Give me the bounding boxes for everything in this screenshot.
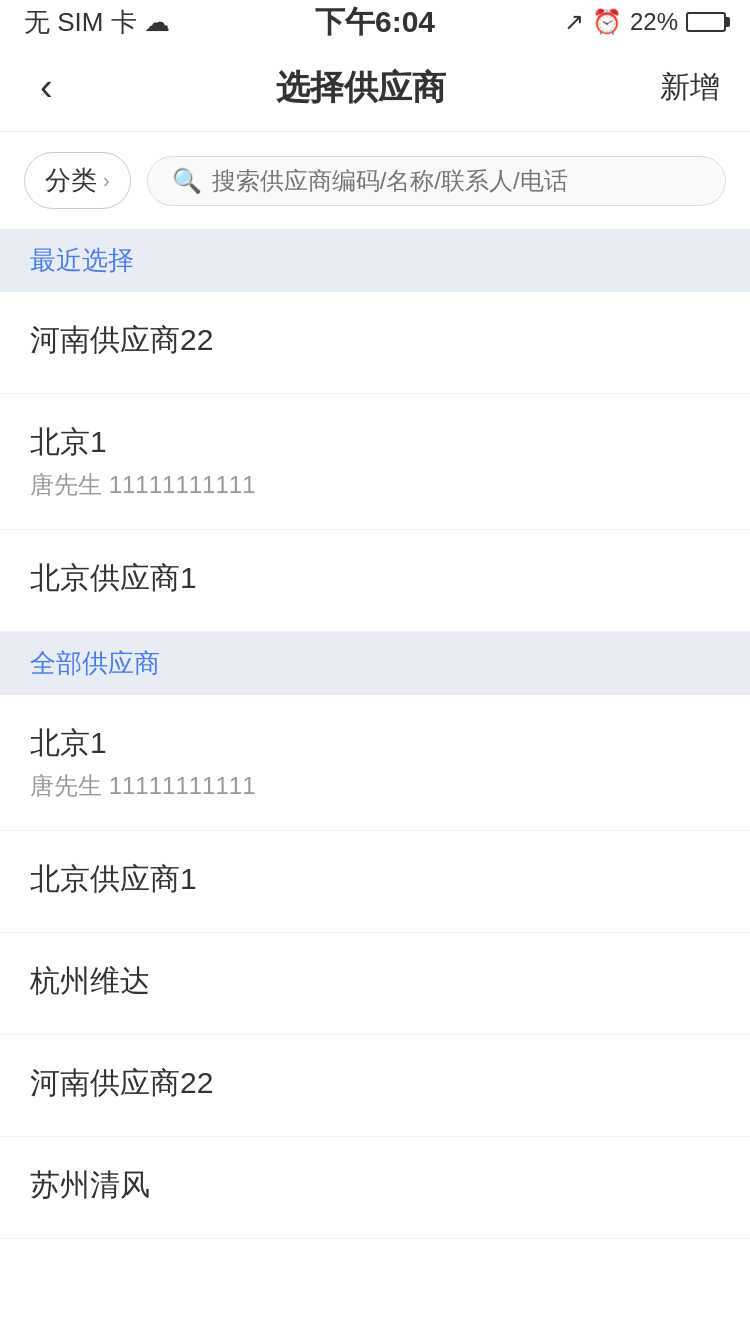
all-items-list: 北京1 唐先生 11111111111 北京供应商1 杭州维达河南供应商22 苏州清风 bbox=[0, 695, 750, 1239]
item-name: 北京1 bbox=[30, 422, 720, 463]
list-item[interactable]: 北京1 唐先生 11111111111 bbox=[0, 695, 750, 831]
category-button[interactable]: 分类 › bbox=[24, 152, 131, 209]
status-time: 下午6:04 bbox=[315, 2, 435, 43]
item-name: 北京供应商1 bbox=[30, 859, 720, 900]
item-name: 杭州维达 bbox=[30, 961, 720, 1002]
alarm-icon: ⏰ bbox=[592, 8, 622, 36]
category-label: 分类 bbox=[45, 163, 97, 198]
list-item[interactable]: 苏州清风 bbox=[0, 1137, 750, 1239]
location-icon: ↗ bbox=[564, 8, 584, 36]
add-button[interactable]: 新增 bbox=[660, 67, 720, 108]
back-button[interactable]: ‹ bbox=[30, 56, 63, 119]
battery-bar bbox=[686, 12, 726, 32]
search-input[interactable] bbox=[212, 167, 701, 195]
list-item[interactable]: 北京1 唐先生 11111111111 bbox=[0, 394, 750, 530]
search-wrapper[interactable]: 🔍 bbox=[147, 156, 726, 206]
battery-label: 22% bbox=[630, 8, 678, 36]
all-section-header: 全部供应商 bbox=[0, 632, 750, 695]
chevron-right-icon: › bbox=[103, 169, 110, 192]
list-item[interactable]: 河南供应商22 bbox=[0, 1035, 750, 1137]
list-item[interactable]: 北京供应商1 bbox=[0, 530, 750, 632]
item-name: 河南供应商22 bbox=[30, 320, 720, 361]
list-item[interactable]: 杭州维达 bbox=[0, 933, 750, 1035]
recent-items-list: 河南供应商22 北京1 唐先生 11111111111 北京供应商1 bbox=[0, 292, 750, 632]
item-sub: 唐先生 11111111111 bbox=[30, 469, 720, 501]
item-sub: 唐先生 11111111111 bbox=[30, 770, 720, 802]
list-item[interactable]: 河南供应商22 bbox=[0, 292, 750, 394]
search-bar: 分类 › 🔍 bbox=[0, 132, 750, 229]
nav-bar: ‹ 选择供应商 新增 bbox=[0, 44, 750, 132]
page-title: 选择供应商 bbox=[276, 65, 446, 111]
status-right: ↗ ⏰ 22% bbox=[564, 8, 726, 36]
item-name: 河南供应商22 bbox=[30, 1063, 720, 1104]
sim-label: 无 SIM 卡 ☁ bbox=[24, 5, 170, 40]
item-name: 北京供应商1 bbox=[30, 558, 720, 599]
status-bar: 无 SIM 卡 ☁ 下午6:04 ↗ ⏰ 22% bbox=[0, 0, 750, 44]
status-left: 无 SIM 卡 ☁ bbox=[24, 5, 170, 40]
search-icon: 🔍 bbox=[172, 167, 202, 195]
item-name: 苏州清风 bbox=[30, 1165, 720, 1206]
item-name: 北京1 bbox=[30, 723, 720, 764]
list-item[interactable]: 北京供应商1 bbox=[0, 831, 750, 933]
recent-section-header: 最近选择 bbox=[0, 229, 750, 292]
